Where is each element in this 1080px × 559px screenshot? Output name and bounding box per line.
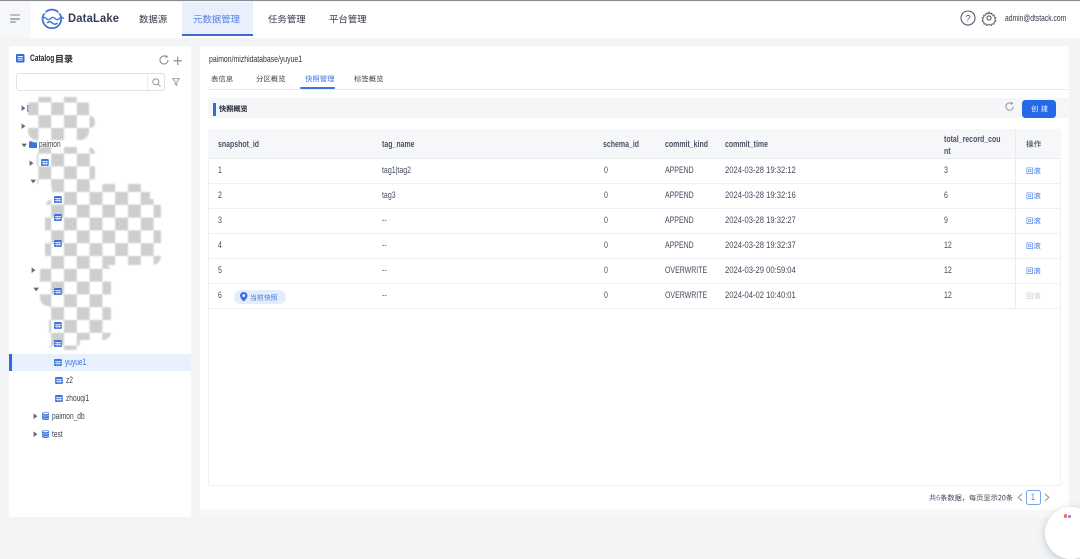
svg-text:?: ? <box>965 14 970 25</box>
